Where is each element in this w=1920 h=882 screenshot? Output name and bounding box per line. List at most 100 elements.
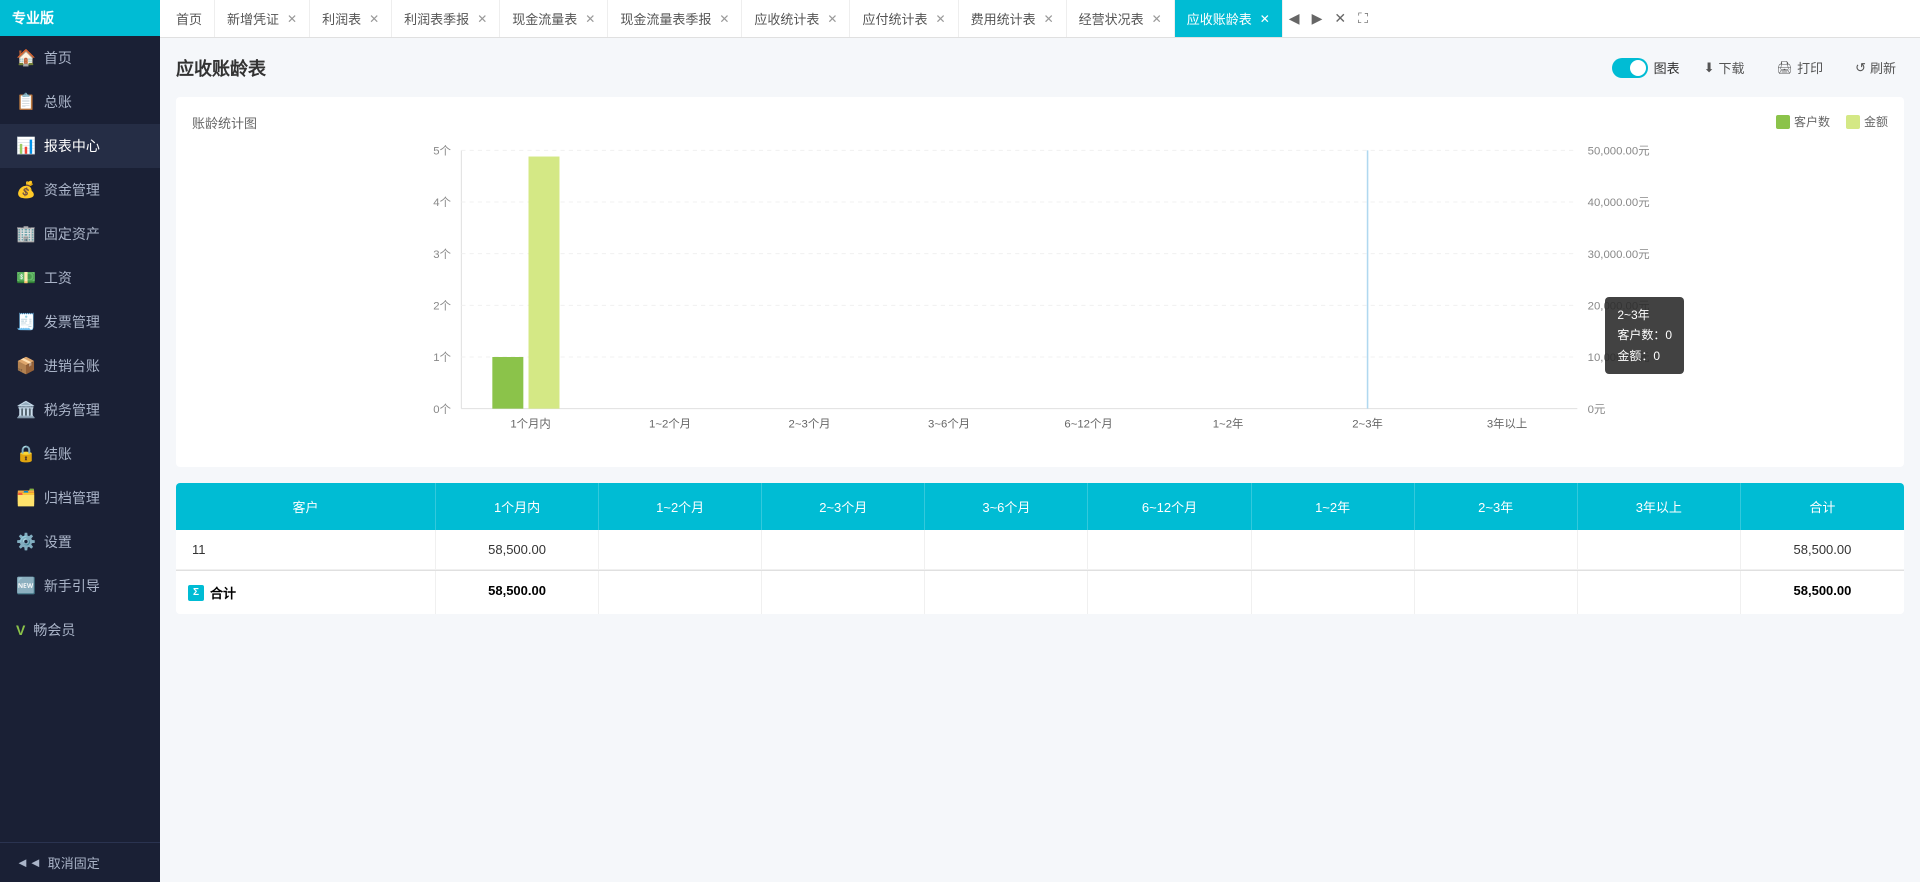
tab-ar-stat[interactable]: 应收统计表 ✕ — [742, 0, 850, 38]
download-button[interactable]: ⬇ 下载 — [1696, 54, 1753, 81]
bar-customers-0 — [492, 357, 523, 409]
tab-close-icon[interactable]: ✕ — [287, 12, 297, 26]
tab-cashflow-quarter[interactable]: 现金流量表季报 ✕ — [608, 0, 742, 38]
tab-business-stat[interactable]: 经营状况表 ✕ — [1067, 0, 1175, 38]
cell-y23 — [1415, 530, 1578, 569]
cell-total: 58,500.00 — [1741, 530, 1904, 569]
chart-toggle[interactable] — [1612, 58, 1648, 78]
tab-voucher[interactable]: 新增凭证 ✕ — [215, 0, 310, 38]
legend-customers-color — [1776, 115, 1790, 129]
tab-close-icon[interactable]: ✕ — [1152, 12, 1162, 26]
tab-close-icon[interactable]: ✕ — [719, 12, 729, 26]
download-label: 下载 — [1719, 58, 1745, 77]
svg-text:50,000.00元: 50,000.00元 — [1588, 145, 1650, 157]
footer-label-text: 合计 — [210, 583, 236, 602]
invoice-icon: 🧾 — [16, 312, 36, 332]
sidebar-item-vip[interactable]: V 畅会员 — [0, 608, 160, 652]
sidebar-item-label: 税务管理 — [44, 400, 100, 420]
sidebar-item-label: 首页 — [44, 48, 72, 68]
sidebar-item-label: 结账 — [44, 444, 72, 464]
refresh-button[interactable]: ↺ 刷新 — [1847, 54, 1904, 81]
print-button[interactable]: 🖨 打印 — [1769, 54, 1832, 81]
tab-close-icon[interactable]: ✕ — [1044, 12, 1054, 26]
settings-icon: ⚙️ — [16, 532, 36, 552]
legend-amount: 金额 — [1846, 113, 1888, 130]
sidebar-item-label: 设置 — [44, 532, 72, 552]
tab-close-icon[interactable]: ✕ — [936, 12, 946, 26]
svg-text:3~6个月: 3~6个月 — [928, 417, 970, 430]
footer-m36 — [925, 571, 1088, 614]
tab-cashflow[interactable]: 现金流量表 ✕ — [500, 0, 608, 38]
footer-m23 — [762, 571, 925, 614]
col-header-y12: 1~2年 — [1252, 483, 1415, 530]
guide-icon: 🆕 — [16, 576, 36, 596]
chart-toggle-label: 图表 — [1654, 58, 1680, 77]
sidebar-item-tax[interactable]: 🏛️ 税务管理 — [0, 388, 160, 432]
col-header-customer: 客户 — [176, 483, 436, 530]
sidebar-item-label: 工资 — [44, 268, 72, 288]
tab-next-button[interactable]: ▶ — [1306, 0, 1329, 38]
sidebar-item-fund[interactable]: 💰 资金管理 — [0, 168, 160, 212]
footer-m12 — [599, 571, 762, 614]
tab-close-icon[interactable]: ✕ — [1260, 12, 1270, 26]
tab-label: 应收统计表 — [754, 9, 819, 28]
tab-close-all-button[interactable]: ✕ — [1328, 0, 1352, 38]
table-header: 客户 1个月内 1~2个月 2~3个月 3~6个月 6~12个月 1~2年 2~… — [176, 483, 1904, 530]
tab-label: 现金流量表 — [512, 9, 577, 28]
tab-ar-aging[interactable]: 应收账龄表 ✕ — [1175, 0, 1283, 38]
svg-text:20,000.00元: 20,000.00元 — [1588, 300, 1650, 312]
sidebar-item-label: 发票管理 — [44, 312, 100, 332]
tab-close-icon[interactable]: ✕ — [585, 12, 595, 26]
tab-prev-button[interactable]: ◀ — [1283, 0, 1306, 38]
tab-expense-stat[interactable]: 费用统计表 ✕ — [959, 0, 1067, 38]
sidebar-item-archive[interactable]: 🗂️ 归档管理 — [0, 476, 160, 520]
unpin-button[interactable]: ◄◄ 取消固定 — [0, 842, 160, 882]
sidebar-item-settings[interactable]: ⚙️ 设置 — [0, 520, 160, 564]
tab-close-icon[interactable]: ✕ — [827, 12, 837, 26]
sidebar-item-ledger[interactable]: 📋 总账 — [0, 80, 160, 124]
page-actions: 图表 ⬇ 下载 🖨 打印 ↺ 刷新 — [1612, 54, 1904, 81]
tab-home[interactable]: 首页 — [164, 0, 215, 38]
reports-icon: 📊 — [16, 136, 36, 156]
chart-legend: 客户数 金额 — [1776, 113, 1888, 130]
svg-text:3年以上: 3年以上 — [1487, 416, 1527, 430]
ledger-icon: 📋 — [16, 92, 36, 112]
tab-profit-quarter[interactable]: 利润表季报 ✕ — [392, 0, 500, 38]
chart-toggle-wrap: 图表 — [1612, 58, 1680, 78]
legend-amount-color — [1846, 115, 1860, 129]
tab-maximize-button[interactable]: ⛶ — [1352, 0, 1374, 38]
col-header-total: 合计 — [1741, 483, 1904, 530]
sidebar-item-invoice[interactable]: 🧾 发票管理 — [0, 300, 160, 344]
footer-total: 58,500.00 — [1741, 571, 1904, 614]
cell-m36 — [925, 530, 1088, 569]
content-area: 应收账龄表 图表 ⬇ 下载 🖨 打印 ↺ 刷新 — [160, 38, 1920, 882]
col-header-m612: 6~12个月 — [1088, 483, 1251, 530]
col-header-m23: 2~3个月 — [762, 483, 925, 530]
sidebar-item-reports[interactable]: 📊 报表中心 — [0, 124, 160, 168]
salary-icon: 💵 — [16, 268, 36, 288]
close-accounts-icon: 🔒 — [16, 444, 36, 464]
svg-text:1~2个月: 1~2个月 — [649, 417, 691, 430]
tab-profit[interactable]: 利润表 ✕ — [310, 0, 392, 38]
tab-label: 经营状况表 — [1079, 9, 1144, 28]
tab-close-icon[interactable]: ✕ — [369, 12, 379, 26]
print-label: 打印 — [1797, 58, 1823, 77]
footer-icon: Σ — [188, 585, 204, 601]
sidebar-item-close[interactable]: 🔒 结账 — [0, 432, 160, 476]
sidebar-item-guide[interactable]: 🆕 新手引导 — [0, 564, 160, 608]
tab-close-icon[interactable]: ✕ — [477, 12, 487, 26]
sidebar-item-sales[interactable]: 📦 进销台账 — [0, 344, 160, 388]
vip-icon: V — [16, 622, 25, 638]
col-header-m12: 1~2个月 — [599, 483, 762, 530]
footer-over3 — [1578, 571, 1741, 614]
sidebar-item-home[interactable]: 🏠 首页 — [0, 36, 160, 80]
sidebar-item-salary[interactable]: 💵 工资 — [0, 256, 160, 300]
sidebar-item-assets[interactable]: 🏢 固定资产 — [0, 212, 160, 256]
tab-ap-stat[interactable]: 应付统计表 ✕ — [850, 0, 958, 38]
sidebar-item-label: 畅会员 — [33, 620, 75, 640]
cell-m23 — [762, 530, 925, 569]
home-icon: 🏠 — [16, 48, 36, 68]
chart-svg-wrap: 0个 1个 2个 3个 4个 5个 0元 10,000.00元 20,000.0… — [192, 140, 1888, 450]
svg-text:1个月内: 1个月内 — [510, 416, 550, 430]
cell-m12 — [599, 530, 762, 569]
